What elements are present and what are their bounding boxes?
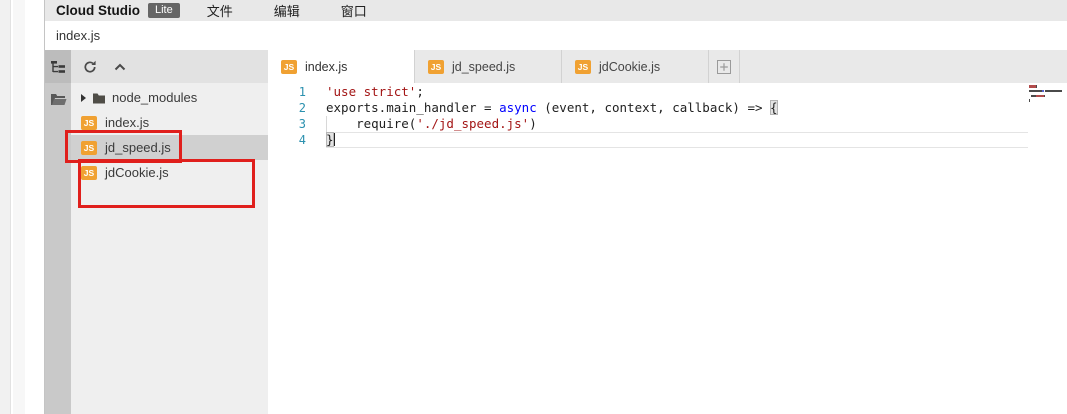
- code-token: 'use strict': [326, 84, 416, 99]
- js-file-icon: JS: [81, 166, 97, 180]
- file-explorer-button[interactable]: [45, 83, 71, 115]
- minimap-line: [1029, 99, 1065, 102]
- line-content: 'use strict';: [326, 84, 424, 100]
- js-file-icon: JS: [428, 60, 444, 74]
- tree-item-label: jdCookie.js: [105, 165, 169, 180]
- page-left-margin-strip: [0, 0, 11, 414]
- menu-item[interactable]: 文件: [207, 1, 233, 20]
- menu-items: 文件 编辑 窗口: [207, 1, 367, 20]
- plus-icon: [717, 60, 731, 74]
- tab-label: jd_speed.js: [452, 60, 515, 74]
- matched-bracket: {: [770, 100, 778, 115]
- code-token: async: [499, 100, 537, 115]
- menu-item[interactable]: 编辑: [274, 1, 300, 20]
- code-token: require(: [326, 116, 416, 131]
- line-number: 1: [268, 84, 306, 100]
- text-cursor: [334, 133, 336, 146]
- open-folder-icon: [50, 93, 67, 106]
- tree-item-label: jd_speed.js: [105, 140, 171, 155]
- tab-index-js[interactable]: JS index.js: [268, 50, 415, 83]
- chevron-up-icon: [114, 63, 126, 71]
- new-tab-button[interactable]: [709, 50, 740, 83]
- minimap[interactable]: [1029, 85, 1065, 104]
- code-line-3[interactable]: 3 require('./jd_speed.js'): [268, 116, 1067, 132]
- cloud-studio-window: Cloud Studio Lite 文件 编辑 窗口 index.js: [44, 0, 1067, 414]
- menu-item[interactable]: 窗口: [341, 1, 367, 20]
- js-file-icon: JS: [281, 60, 297, 74]
- tree-item-jd-speed-js[interactable]: JS jd_speed.js: [71, 135, 268, 160]
- app-brand: Cloud Studio: [56, 3, 140, 18]
- code-token: ;: [416, 84, 424, 99]
- code-editor[interactable]: 1 'use strict'; 2 exports.main_handler = as…: [268, 83, 1067, 414]
- tree-item-label: index.js: [105, 115, 149, 130]
- tree-item-index-js[interactable]: JS index.js: [71, 110, 268, 135]
- explorer-toolbar: [71, 50, 268, 83]
- tab-bar: JS index.js JS jd_speed.js JS jdCookie.js: [268, 50, 1067, 83]
- page-left-margin-strip-2: [13, 0, 25, 414]
- refresh-button[interactable]: [81, 58, 99, 76]
- code-token: exports.main_handler =: [326, 100, 499, 115]
- line-content: require('./jd_speed.js'): [326, 116, 537, 132]
- minimap-line: [1029, 94, 1065, 97]
- tree-item-label: node_modules: [112, 90, 197, 105]
- outline-view-button[interactable]: [45, 50, 71, 83]
- line-number: 3: [268, 116, 306, 132]
- lite-badge: Lite: [148, 3, 180, 18]
- code-line-1[interactable]: 1 'use strict';: [268, 84, 1067, 100]
- tree-item-node-modules[interactable]: node_modules: [71, 85, 268, 110]
- line-content: exports.main_handler = async (event, con…: [326, 100, 778, 116]
- code-token: ): [529, 116, 537, 131]
- js-file-icon: JS: [81, 141, 97, 155]
- collapse-all-button[interactable]: [111, 58, 129, 76]
- js-file-icon: JS: [81, 116, 97, 130]
- minimap-line: [1029, 85, 1065, 88]
- line-number: 2: [268, 100, 306, 116]
- tree-item-jdcookie-js[interactable]: JS jdCookie.js: [71, 160, 268, 185]
- js-file-icon: JS: [575, 60, 591, 74]
- matched-bracket: }: [326, 132, 334, 147]
- file-explorer-panel: node_modules JS index.js JS jd_speed.js JS jdC…: [71, 50, 268, 414]
- code-token: './jd_speed.js': [416, 116, 529, 131]
- minimap-line: [1029, 90, 1065, 93]
- refresh-icon: [83, 60, 97, 74]
- code-area: 1 'use strict'; 2 exports.main_handler = as…: [268, 84, 1067, 148]
- window-title: index.js: [56, 28, 100, 43]
- tab-label: jdCookie.js: [599, 60, 660, 74]
- folder-icon: [92, 92, 106, 104]
- code-token: (event, context, callback) =>: [537, 100, 770, 115]
- file-tree: node_modules JS index.js JS jd_speed.js JS jdC…: [71, 83, 268, 185]
- tree-outline-icon: [50, 60, 66, 74]
- menu-bar: Cloud Studio Lite 文件 编辑 窗口: [45, 0, 1067, 21]
- line-content: }: [326, 132, 335, 148]
- title-bar: index.js: [45, 21, 1067, 50]
- code-line-4[interactable]: 4}: [268, 132, 1067, 148]
- activity-rail: [45, 50, 71, 414]
- main-area: node_modules JS index.js JS jd_speed.js JS jdC…: [45, 50, 1067, 414]
- tab-jdcookie-js[interactable]: JS jdCookie.js: [562, 50, 709, 83]
- expand-arrow-icon[interactable]: [81, 94, 86, 102]
- line-number: 4: [268, 132, 306, 148]
- code-line-2[interactable]: 2 exports.main_handler = async (event, co…: [268, 100, 1067, 116]
- editor-group: JS index.js JS jd_speed.js JS jdCookie.js 1 'u…: [268, 50, 1067, 414]
- tab-jd-speed-js[interactable]: JS jd_speed.js: [415, 50, 562, 83]
- tab-label: index.js: [305, 60, 347, 74]
